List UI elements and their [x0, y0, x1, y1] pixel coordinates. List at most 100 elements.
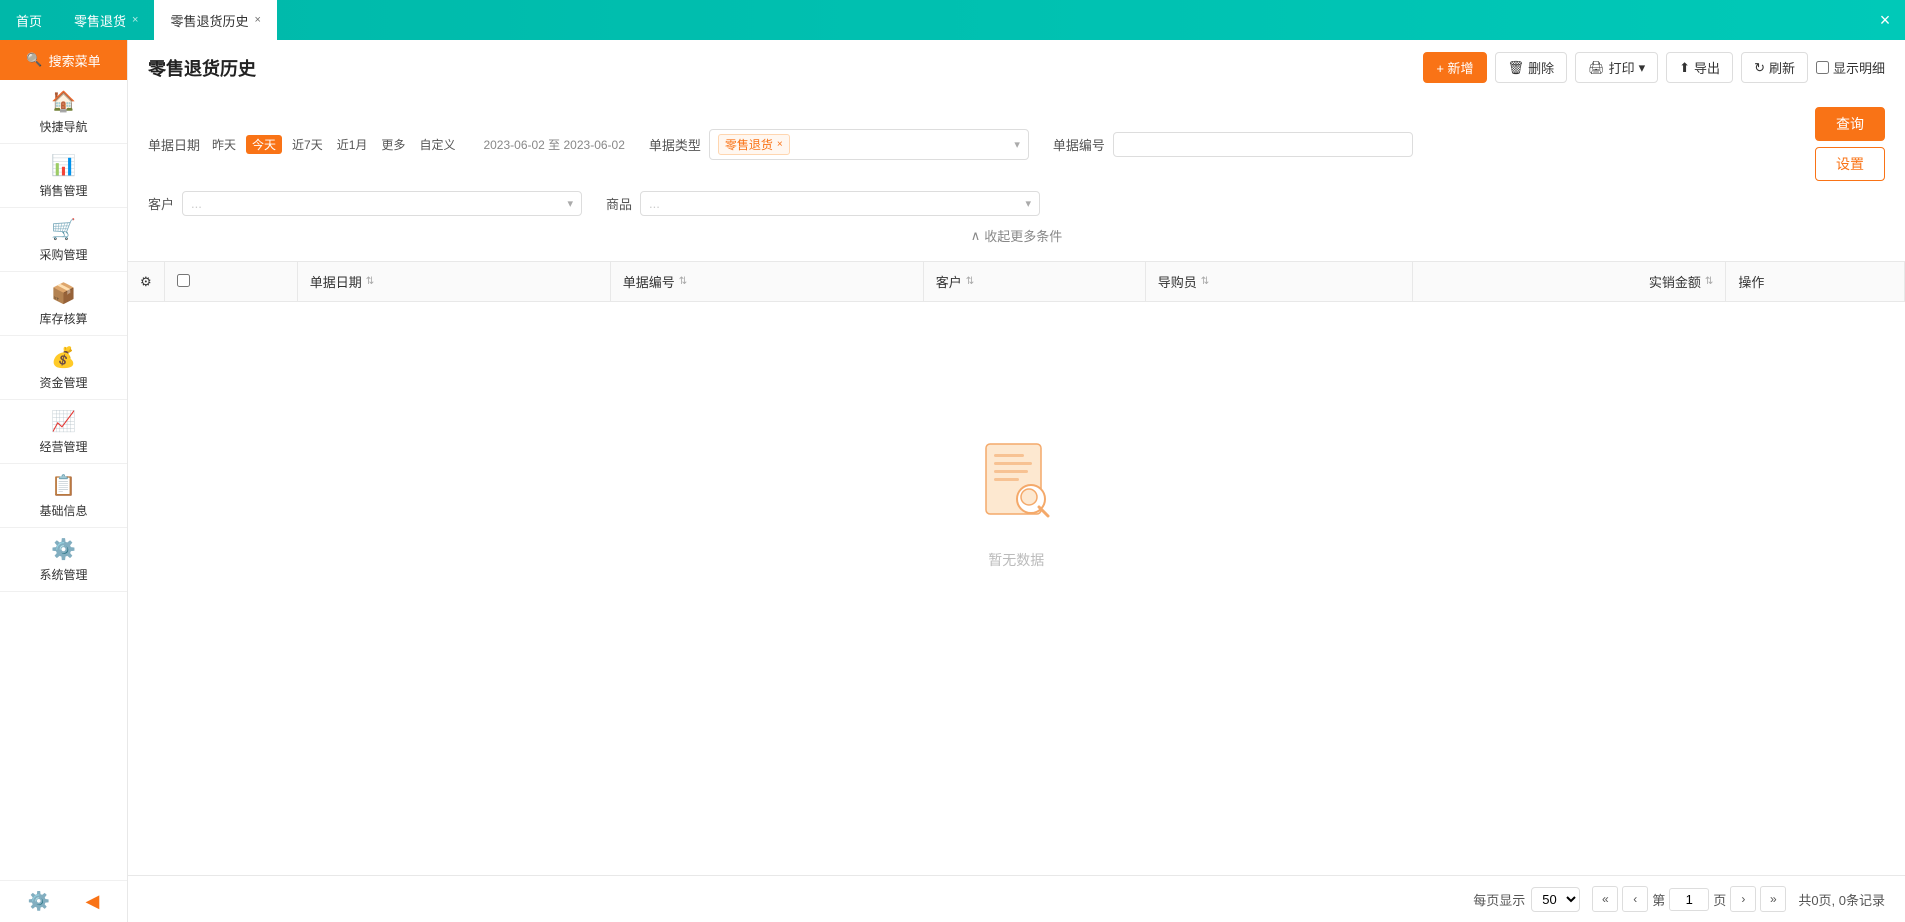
set-button[interactable]: 设置 [1815, 147, 1885, 181]
th-guide-sort-icon: ⇅ [1201, 276, 1209, 287]
sidebar-item-finance-label: 资金管理 [39, 374, 87, 391]
show-detail-label: 显示明细 [1833, 58, 1885, 77]
delete-button[interactable]: 🗑 删除 [1495, 52, 1568, 83]
th-checkbox[interactable] [164, 262, 297, 302]
print-icon: 🖨 [1588, 60, 1605, 76]
sidebar-search[interactable]: 🔍 搜索菜单 [0, 40, 127, 80]
query-button[interactable]: 查询 [1815, 107, 1885, 141]
voucher-type-tag-close[interactable]: × [777, 139, 783, 150]
settings-col-icon[interactable]: ⚙ [140, 274, 152, 289]
tab-retail-return-close[interactable]: × [132, 14, 138, 26]
th-settings[interactable]: ⚙ [128, 262, 164, 302]
date-range-item: 2023-06-02 至 2023-06-02 [483, 136, 624, 153]
tab-retail-return[interactable]: 零售退货 × [58, 0, 154, 40]
empty-row: 暂无数据 [128, 302, 1905, 703]
per-page-dropdown[interactable]: 50 [1531, 887, 1580, 912]
th-number[interactable]: 单据编号 ⇅ [610, 262, 923, 302]
sales-icon: 📊 [51, 153, 76, 178]
page-first-button[interactable]: « [1592, 886, 1618, 912]
voucher-type-tag: 零售退货 × [718, 134, 790, 155]
sidebar: 🔍 搜索菜单 🏠 快捷导航 📊 销售管理 🛒 采购管理 📦 库存核算 💰 资金管… [0, 40, 128, 922]
purchase-icon: 🛒 [51, 217, 76, 242]
collapse-label: 收起更多条件 [984, 226, 1062, 245]
sidebar-search-label: 搜索菜单 [49, 51, 101, 70]
tab-home[interactable]: 首页 [0, 0, 58, 40]
th-action-label: 操作 [1738, 275, 1764, 290]
tab-retail-return-history[interactable]: 零售退货历史 × [154, 0, 276, 40]
collapse-row: ∧ 收起更多条件 [148, 226, 1885, 245]
window-close-button[interactable]: × [1865, 0, 1905, 40]
th-customer-sort: 客户 ⇅ [936, 272, 1133, 291]
sidebar-item-inventory-label: 库存核算 [39, 310, 87, 327]
page-next-button[interactable]: › [1730, 886, 1756, 912]
th-customer-label: 客户 [936, 272, 962, 291]
collapse-button[interactable]: ∧ 收起更多条件 [971, 226, 1063, 245]
voucher-number-input[interactable] [1113, 132, 1413, 157]
sidebar-item-system[interactable]: ⚙️ 系统管理 [0, 528, 127, 592]
date-7days[interactable]: 近7天 [288, 135, 327, 154]
refresh-button[interactable]: ↻ 刷新 [1741, 52, 1808, 83]
th-guide[interactable]: 导购员 ⇅ [1145, 262, 1413, 302]
tab-home-label: 首页 [16, 11, 42, 30]
empty-state: 暂无数据 [128, 302, 1905, 702]
th-number-sort-icon: ⇅ [679, 276, 687, 287]
tab-retail-return-history-close[interactable]: × [254, 14, 260, 26]
data-table: ⚙ 单据日期 ⇅ 单据编号 [128, 262, 1905, 702]
print-button[interactable]: 🖨 打印 ▾ [1575, 52, 1658, 83]
empty-cell: 暂无数据 [128, 302, 1905, 703]
th-amount-label: 实销金额 [1649, 272, 1701, 291]
sidebar-item-finance[interactable]: 💰 资金管理 [0, 336, 127, 400]
action-buttons: 查询 设置 [1815, 107, 1885, 181]
voucher-number-label: 单据编号 [1053, 135, 1105, 154]
export-button[interactable]: ⬆ 导出 [1666, 52, 1733, 83]
settings-bottom-icon[interactable]: ⚙️ [28, 891, 50, 912]
page-title: 零售退货历史 [148, 55, 256, 81]
th-customer[interactable]: 客户 ⇅ [923, 262, 1145, 302]
show-detail-checkbox[interactable]: 显示明细 [1816, 58, 1885, 77]
per-page-label: 每页显示 [1473, 890, 1525, 909]
filter-row-1: 单据日期 昨天 今天 近7天 近1月 更多 自定义 2023-06-02 至 2… [148, 107, 1885, 181]
sidebar-item-quick-nav[interactable]: 🏠 快捷导航 [0, 80, 127, 144]
date-more[interactable]: 更多 [377, 135, 409, 154]
print-dropdown-icon: ▾ [1639, 60, 1646, 76]
inventory-icon: 📦 [51, 281, 76, 306]
date-today[interactable]: 今天 [246, 135, 282, 154]
page-title-row: 零售退货历史 + 新增 🗑 删除 🖨 打印 ▾ ⬆ 导出 [148, 52, 1885, 83]
new-button[interactable]: + 新增 [1423, 52, 1486, 83]
home-icon: 🏠 [51, 89, 76, 114]
th-customer-sort-icon: ⇅ [966, 276, 974, 287]
th-amount[interactable]: 实销金额 ⇅ [1413, 262, 1726, 302]
collapse-sidebar-icon[interactable]: ◀ [85, 891, 99, 912]
voucher-number-item: 单据编号 [1053, 132, 1413, 157]
th-guide-label: 导购员 [1158, 272, 1197, 291]
customer-select[interactable]: ... ▾ [182, 191, 582, 216]
date-custom[interactable]: 自定义 [415, 135, 459, 154]
sidebar-item-sales[interactable]: 📊 销售管理 [0, 144, 127, 208]
th-date[interactable]: 单据日期 ⇅ [297, 262, 610, 302]
date-filter: 昨天 今天 近7天 近1月 更多 自定义 [208, 135, 459, 154]
page-last-button[interactable]: » [1760, 886, 1786, 912]
goods-select[interactable]: ... ▾ [640, 191, 1040, 216]
export-icon: ⬆ [1679, 60, 1690, 76]
collapse-icon: ∧ [971, 228, 981, 244]
sidebar-bottom: ⚙️ ◀ [0, 880, 127, 922]
page-input[interactable] [1669, 888, 1709, 911]
tab-retail-return-history-label: 零售退货历史 [170, 11, 248, 30]
date-yesterday[interactable]: 昨天 [208, 135, 240, 154]
sidebar-item-inventory[interactable]: 📦 库存核算 [0, 272, 127, 336]
sidebar-item-system-label: 系统管理 [39, 566, 87, 583]
date-1month[interactable]: 近1月 [333, 135, 372, 154]
pagination-bar: 每页显示 50 « ‹ 第 页 › » 共0页, 0条记录 [128, 875, 1905, 922]
page-prev-button[interactable]: ‹ [1622, 886, 1648, 912]
th-date-label: 单据日期 [310, 272, 362, 291]
sidebar-item-operations[interactable]: 📈 经营管理 [0, 400, 127, 464]
show-detail-input[interactable] [1816, 61, 1829, 74]
sidebar-item-purchase[interactable]: 🛒 采购管理 [0, 208, 127, 272]
select-all-checkbox[interactable] [177, 274, 190, 287]
voucher-type-select[interactable]: 零售退货 × ▾ [709, 129, 1029, 160]
th-date-sort: 单据日期 ⇅ [310, 272, 598, 291]
sidebar-item-basic-info[interactable]: 📋 基础信息 [0, 464, 127, 528]
page-size-select: 每页显示 50 [1473, 887, 1580, 912]
th-number-sort: 单据编号 ⇅ [623, 272, 911, 291]
th-amount-sort: 实销金额 ⇅ [1425, 272, 1713, 291]
